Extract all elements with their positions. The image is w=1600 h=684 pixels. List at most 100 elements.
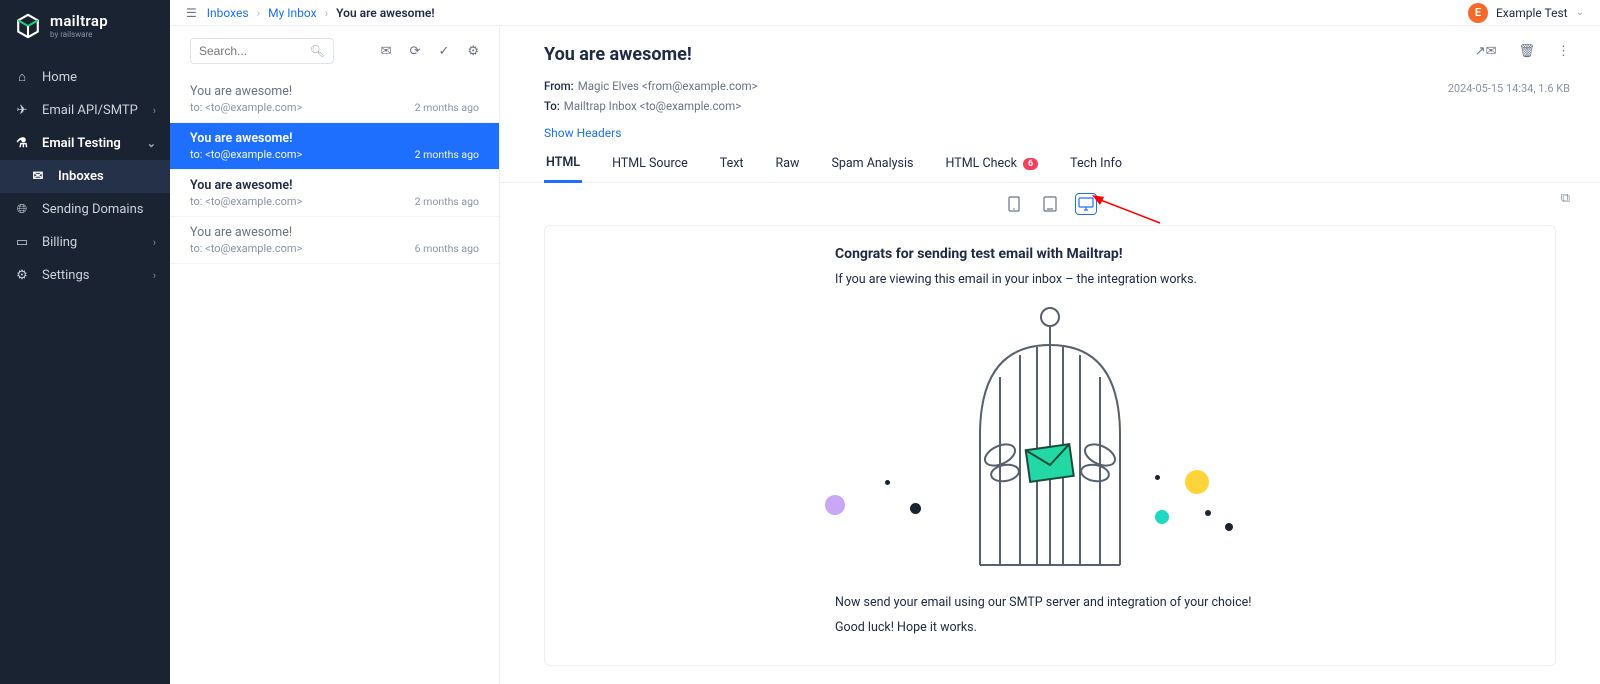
decoration-dot — [1185, 470, 1209, 494]
sidebar-item-email-testing[interactable]: ⚗ Email Testing ⌄ — [0, 127, 170, 160]
logo-icon — [14, 12, 42, 40]
html-check-badge: 6 — [1023, 158, 1038, 170]
decoration-dot — [885, 480, 890, 485]
main-area: ☰ Inboxes › My Inbox › You are awesome! … — [170, 0, 1600, 684]
brand-byline: by railsware — [50, 31, 108, 39]
sidebar-item-sending-domains[interactable]: 🌐︎ Sending Domains — [0, 193, 170, 226]
chevron-right-icon: › — [153, 269, 156, 282]
detail-meta: From:Magic Elves <from@example.com> To:M… — [544, 77, 1556, 116]
detail-header: You are awesome! ↗✉ 🗑 ⋮ From: Magic Elves… — [500, 26, 1600, 141]
list-toolbar: 🔍︎ ✉ ⟳ ✓ ⚙ — [170, 26, 499, 76]
decoration-dot — [825, 495, 845, 515]
trash-icon[interactable]: 🗑 — [1518, 44, 1535, 59]
more-icon[interactable]: ⋮ — [1557, 44, 1570, 59]
decoration-dot — [1155, 510, 1169, 524]
message-subject: You are awesome! — [190, 178, 479, 193]
tab-html-check[interactable]: HTML Check6 — [944, 155, 1041, 182]
user-name: Example Test — [1496, 6, 1568, 20]
search-input[interactable] — [199, 44, 325, 58]
tab-text[interactable]: Text — [718, 155, 746, 182]
tab-html[interactable]: HTML — [544, 155, 582, 183]
sidebar-subitem-inboxes[interactable]: ✉ Inboxes — [0, 160, 170, 193]
message-detail-pane: You are awesome! ↗✉ 🗑 ⋮ From: Magic Elves… — [500, 26, 1600, 684]
refresh-icon[interactable]: ⟳ — [410, 44, 421, 59]
show-headers-link[interactable]: Show Headers — [544, 126, 621, 140]
sidebar-item-label: Inboxes — [58, 169, 104, 184]
message-time: 2 months ago — [415, 101, 479, 114]
message-item[interactable]: You are awesome! to: <to@example.com> 2 … — [170, 123, 499, 170]
message-item[interactable]: You are awesome! to: <to@example.com> 2 … — [170, 170, 499, 217]
decoration-dot — [1205, 510, 1211, 516]
sidebar-item-label: Email Testing — [42, 136, 121, 151]
message-list-pane: 🔍︎ ✉ ⟳ ✓ ⚙ You are awesome! to: <to@exam… — [170, 26, 500, 684]
email-preview-frame: Congrats for sending test email with Mai… — [544, 225, 1556, 666]
globe-icon: 🌐︎ — [14, 202, 30, 217]
page-title: You are awesome! — [544, 44, 1556, 65]
chevron-right-icon: › — [153, 236, 156, 249]
from-label: From: — [544, 79, 574, 93]
decoration-dot — [1225, 523, 1233, 531]
email-heading: Congrats for sending test email with Mai… — [835, 246, 1265, 262]
chevron-right-icon: › — [153, 104, 156, 117]
message-item[interactable]: You are awesome! to: <to@example.com> 2 … — [170, 76, 499, 123]
message-subject: You are awesome! — [190, 131, 479, 146]
search-input-wrap[interactable]: 🔍︎ — [190, 38, 334, 64]
decoration-dot — [910, 503, 921, 514]
tab-tech-info[interactable]: Tech Info — [1068, 155, 1124, 182]
home-icon: ⌂ — [14, 69, 30, 85]
inbox-icon: ✉ — [30, 169, 46, 184]
email-paragraph: Good luck! Hope it works. — [835, 620, 1265, 635]
sidebar-item-label: Home — [42, 70, 77, 85]
to-label: To: — [544, 99, 560, 113]
chevron-down-icon: ⌄ — [147, 137, 156, 150]
breadcrumb-root[interactable]: Inboxes — [207, 6, 249, 20]
message-list: You are awesome! to: <to@example.com> 2 … — [170, 76, 499, 264]
popout-icon[interactable]: ⧉ — [1561, 191, 1570, 206]
send-icon: ✈ — [14, 103, 30, 118]
device-desktop-button[interactable] — [1075, 193, 1097, 215]
tab-spam[interactable]: Spam Analysis — [829, 155, 915, 182]
sidebar-item-label: Sending Domains — [42, 202, 143, 217]
detail-tabs: HTML HTML Source Text Raw Spam Analysis … — [500, 155, 1600, 183]
breadcrumb-parent[interactable]: My Inbox — [268, 6, 316, 20]
detail-timestamp: 2024-05-15 14:34, 1.6 KB — [1448, 82, 1570, 95]
topbar: ☰ Inboxes › My Inbox › You are awesome! … — [170, 0, 1600, 26]
mail-icon[interactable]: ✉ — [381, 44, 392, 59]
decoration-dot — [1155, 475, 1160, 480]
chevron-down-icon: ⌄ — [1576, 7, 1584, 18]
sidebar-item-label: Settings — [42, 268, 89, 283]
sidebar-item-email-api[interactable]: ✈ Email API/SMTP › — [0, 94, 170, 127]
user-menu[interactable]: E Example Test ⌄ — [1468, 3, 1584, 23]
breadcrumb-sep: › — [257, 6, 261, 20]
message-subject: You are awesome! — [190, 84, 479, 99]
brand-name: mailtrap — [50, 14, 108, 29]
sidebar-item-home[interactable]: ⌂ Home — [0, 60, 170, 94]
detail-actions: ↗✉ 🗑 ⋮ — [1475, 44, 1570, 59]
brand-logo[interactable]: mailtrap by railsware — [0, 0, 170, 52]
flask-icon: ⚗ — [14, 136, 30, 151]
menu-toggle-icon[interactable]: ☰ — [186, 6, 197, 20]
sidebar-item-settings[interactable]: ⚙ Settings › — [0, 259, 170, 292]
breadcrumb: Inboxes › My Inbox › You are awesome! — [207, 6, 435, 20]
email-illustration — [835, 305, 1265, 585]
preview-toolbar: ⧉ — [500, 183, 1600, 225]
breadcrumb-sep: › — [325, 6, 329, 20]
message-time: 6 months ago — [415, 242, 479, 255]
mark-read-icon[interactable]: ✓ — [438, 44, 449, 59]
sidebar-nav: ⌂ Home ✈ Email API/SMTP › ⚗ Email Testin… — [0, 52, 170, 292]
message-subject: You are awesome! — [190, 225, 479, 240]
device-mobile-button[interactable] — [1003, 193, 1025, 215]
tab-html-source[interactable]: HTML Source — [610, 155, 690, 182]
card-icon: ▭ — [14, 235, 30, 250]
from-value: Magic Elves <from@example.com> — [578, 79, 758, 93]
sidebar-item-billing[interactable]: ▭ Billing › — [0, 226, 170, 259]
sidebar: mailtrap by railsware ⌂ Home ✈ Email API… — [0, 0, 170, 684]
message-time: 2 months ago — [415, 195, 479, 208]
tab-raw[interactable]: Raw — [774, 155, 802, 182]
gear-icon[interactable]: ⚙ — [467, 44, 479, 59]
device-tablet-button[interactable] — [1039, 193, 1061, 215]
email-paragraph: If you are viewing this email in your in… — [835, 272, 1265, 287]
forward-icon[interactable]: ↗✉ — [1475, 44, 1497, 59]
gear-icon: ⚙ — [14, 268, 30, 283]
message-item[interactable]: You are awesome! to: <to@example.com> 6 … — [170, 217, 499, 264]
